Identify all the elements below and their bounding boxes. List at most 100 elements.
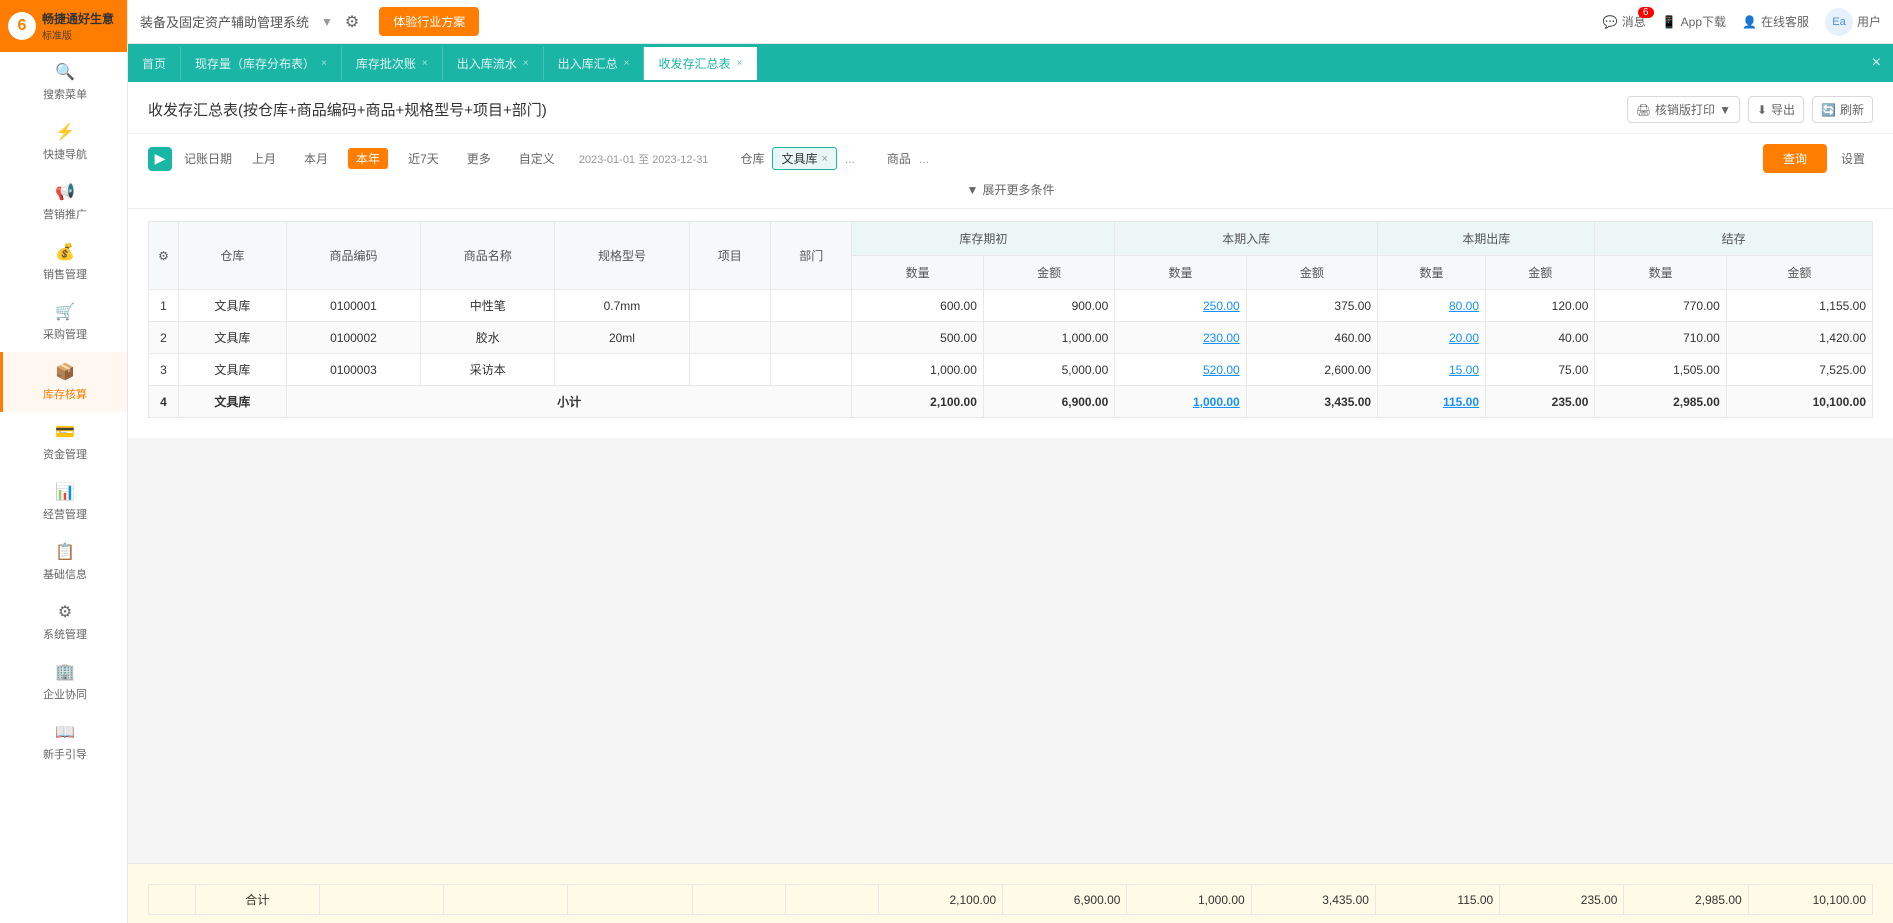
print-icon: 🖨 — [1636, 103, 1651, 117]
system-label: 系统管理 — [43, 626, 87, 642]
search-label: 搜索菜单 — [43, 86, 87, 102]
sidebar-item-system[interactable]: ⚙ 系统管理 — [0, 592, 127, 652]
subtotal-no: 4 — [149, 386, 179, 418]
row-in-qty[interactable]: 230.00 — [1115, 322, 1246, 354]
row-product-code: 0100002 — [286, 322, 420, 354]
row-no: 2 — [149, 322, 179, 354]
tab-recv-send-summary[interactable]: 收发存汇总表× — [644, 47, 757, 80]
topbar-settings-icon[interactable]: ⚙ — [345, 12, 359, 32]
refresh-label: 刷新 — [1840, 101, 1864, 118]
filter-toggle-button[interactable]: ▶ — [148, 147, 172, 171]
export-button[interactable]: ⬇ 导出 — [1748, 96, 1804, 123]
product-more-btn[interactable]: ... — [919, 152, 929, 166]
trial-button[interactable]: 体验行业方案 — [379, 7, 479, 36]
date-btn-this-year[interactable]: 本年 — [348, 148, 388, 169]
expand-icon: ▼ — [967, 183, 979, 197]
row-out-qty[interactable]: 80.00 — [1378, 290, 1486, 322]
user-button[interactable]: Ea 用户 — [1825, 8, 1881, 36]
tab-label-home: 首页 — [142, 55, 166, 72]
sidebar-item-guide[interactable]: 📖 新手引导 — [0, 712, 127, 772]
sidebar: 6 畅捷通好生意 标准版 🔍 搜索菜单 ⚡ 快捷导航 📢 营销推广 💰 销售管理… — [0, 0, 128, 923]
warehouse-filter-section: 仓库 文具库 × ... — [740, 147, 854, 170]
expand-filter-button[interactable]: ▼ 展开更多条件 — [967, 181, 1055, 198]
user-avatar: Ea — [1825, 8, 1853, 36]
sidebar-item-inventory[interactable]: 📦 库存核算 — [0, 352, 127, 412]
subtotal-out-qty[interactable]: 115.00 — [1378, 386, 1486, 418]
page-actions: 🖨 核销版打印 ▼ ⬇ 导出 🔄 刷新 — [1627, 96, 1873, 123]
table-settings-button[interactable]: 设置 — [1833, 144, 1873, 173]
subtotal-warehouse: 文具库 — [179, 386, 287, 418]
row-dept — [771, 322, 852, 354]
total-opening-amt: 6,900.00 — [1003, 885, 1127, 915]
sidebar-item-quick-nav[interactable]: ⚡ 快捷导航 — [0, 112, 127, 172]
operations-label: 经营管理 — [43, 506, 87, 522]
date-btn-custom[interactable]: 自定义 — [511, 148, 563, 169]
product-name-col-header: 商品名称 — [421, 222, 555, 290]
sidebar-app-subtitle: 标准版 — [42, 27, 114, 42]
sidebar-item-marketing[interactable]: 📢 营销推广 — [0, 172, 127, 232]
sidebar-item-search[interactable]: 🔍 搜索菜单 — [0, 52, 127, 112]
print-button[interactable]: 🖨 核销版打印 ▼ — [1627, 96, 1740, 123]
date-range-display: 2023-01-01 至 2023-12-31 — [579, 151, 709, 167]
sidebar-item-basic-info[interactable]: 📋 基础信息 — [0, 532, 127, 592]
row-opening-qty: 500.00 — [852, 322, 983, 354]
row-product-name: 采访本 — [421, 354, 555, 386]
opening-group-header: 库存期初 — [852, 222, 1115, 256]
online-service-button[interactable]: 👤 在线客服 — [1742, 13, 1809, 30]
balance-qty-header: 数量 — [1595, 256, 1726, 290]
row-out-qty[interactable]: 20.00 — [1378, 322, 1486, 354]
tab-close-batch[interactable]: × — [422, 58, 428, 69]
close-all-tabs-button[interactable]: × — [1860, 46, 1893, 80]
filter-row2: ▼ 展开更多条件 — [148, 181, 1873, 198]
total-in-qty: 1,000.00 — [1127, 885, 1251, 915]
tab-label-in-out-flow: 出入库流水 — [457, 55, 517, 72]
tab-stock-dist[interactable]: 现存量（库存分布表）× — [181, 47, 342, 80]
tab-close-stock-dist[interactable]: × — [321, 58, 327, 69]
purchase-icon: 🛒 — [55, 302, 75, 322]
tab-in-out-summary[interactable]: 出入库汇总× — [544, 47, 645, 80]
row-project — [689, 322, 770, 354]
app-download-button[interactable]: 📱 App下载 — [1662, 13, 1726, 30]
date-btn-more[interactable]: 更多 — [459, 148, 499, 169]
subtotal-in-qty[interactable]: 1,000.00 — [1115, 386, 1246, 418]
date-btn-last-month[interactable]: 上月 — [244, 148, 284, 169]
subtotal-out-amt: 235.00 — [1486, 386, 1595, 418]
sidebar-header: 6 畅捷通好生意 标准版 — [0, 0, 127, 52]
sidebar-item-purchase[interactable]: 🛒 采购管理 — [0, 292, 127, 352]
date-btn-7days[interactable]: 近7天 — [400, 148, 447, 169]
row-product-spec: 20ml — [555, 322, 689, 354]
topbar-dropdown-icon[interactable]: ▼ — [321, 15, 333, 29]
refresh-icon: 🔄 — [1821, 103, 1836, 117]
tab-batch[interactable]: 库存批次账× — [342, 47, 443, 80]
tab-close-in-out-flow[interactable]: × — [523, 58, 529, 69]
refresh-button[interactable]: 🔄 刷新 — [1812, 96, 1873, 123]
message-button[interactable]: 💬 消息 6 — [1603, 13, 1646, 30]
tab-in-out-flow[interactable]: 出入库流水 × — [443, 47, 544, 80]
quick-nav-icon: ⚡ — [55, 122, 75, 142]
total-label: 合计 — [195, 885, 319, 915]
product-code-col-header: 商品编码 — [286, 222, 420, 290]
row-in-qty[interactable]: 250.00 — [1115, 290, 1246, 322]
warehouse-tag-close[interactable]: × — [821, 153, 827, 165]
warehouse-more-btn[interactable]: ... — [845, 152, 855, 166]
main-content: 装备及固定资产辅助管理系统 ▼ ⚙ 体验行业方案 💬 消息 6 📱 App下载 … — [128, 0, 1893, 923]
row-out-qty[interactable]: 15.00 — [1378, 354, 1486, 386]
marketing-label: 营销推广 — [43, 206, 87, 222]
table-settings-header[interactable]: ⚙ — [149, 222, 179, 290]
system-icon: ⚙ — [58, 602, 72, 622]
row-in-qty[interactable]: 520.00 — [1115, 354, 1246, 386]
sidebar-item-finance[interactable]: 💳 资金管理 — [0, 412, 127, 472]
row-warehouse: 文具库 — [179, 322, 287, 354]
user-label: 用户 — [1857, 13, 1881, 30]
sidebar-item-operations[interactable]: 📊 经营管理 — [0, 472, 127, 532]
finance-label: 资金管理 — [43, 446, 87, 462]
tab-close-in-out-summary[interactable]: × — [624, 58, 630, 69]
date-btn-this-month[interactable]: 本月 — [296, 148, 336, 169]
sidebar-item-sales[interactable]: 💰 销售管理 — [0, 232, 127, 292]
content-area: 收发存汇总表(按仓库+商品编码+商品+规格型号+项目+部门) 🖨 核销版打印 ▼… — [128, 82, 1893, 863]
print-dropdown-icon: ▼ — [1719, 103, 1731, 117]
sidebar-item-enterprise[interactable]: 🏢 企业协同 — [0, 652, 127, 712]
tab-close-recv-send-summary[interactable]: × — [736, 58, 742, 69]
query-button[interactable]: 查询 — [1763, 144, 1827, 173]
tab-home[interactable]: 首页 — [128, 47, 181, 80]
